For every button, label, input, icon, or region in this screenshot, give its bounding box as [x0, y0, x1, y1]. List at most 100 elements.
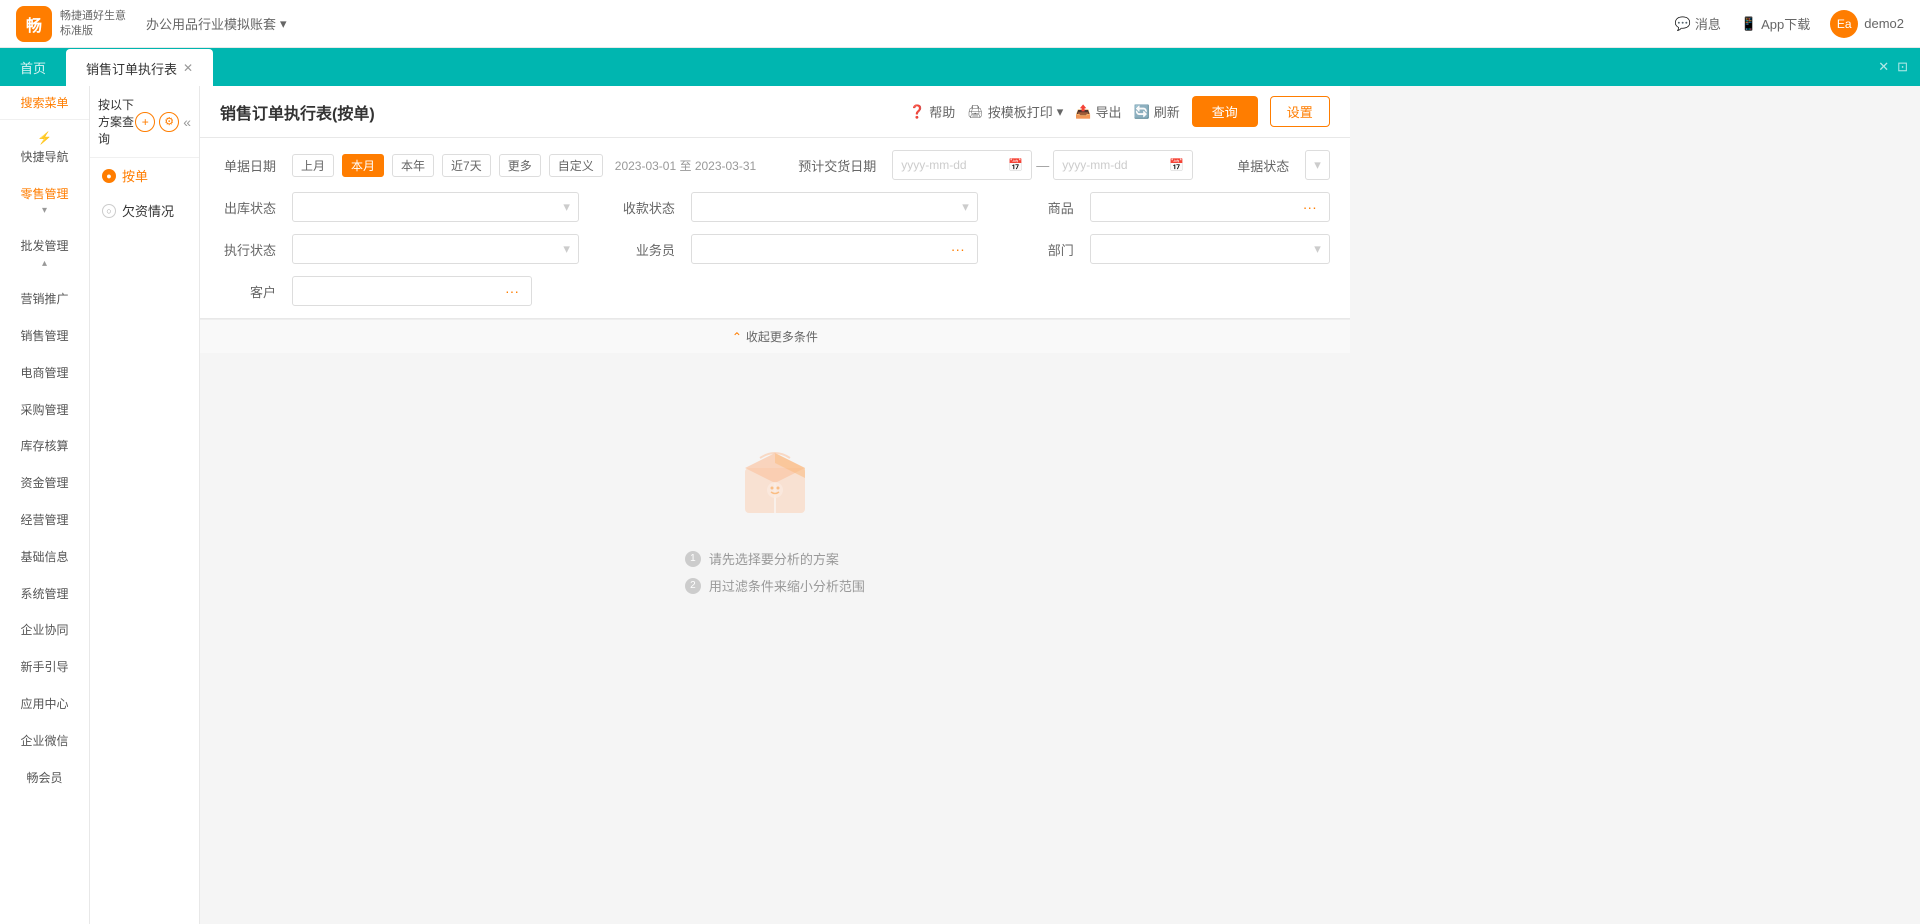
chevron-down-icon: ▾ — [42, 204, 47, 218]
sidebar-item-retail-mgmt[interactable]: 零售管理 ▾ — [0, 176, 89, 229]
date-filter-label: 单据日期 — [220, 156, 276, 175]
date-btn-last-month[interactable]: 上月 — [292, 154, 334, 177]
sidebar-search[interactable]: 搜索菜单 — [0, 86, 89, 120]
left-panel-title: 按以下方案查询 — [98, 96, 135, 147]
date-btn-custom[interactable]: 自定义 — [549, 154, 603, 177]
filter-row-4: 客户 ··· — [220, 276, 1330, 306]
message-icon: 💬 — [1675, 16, 1691, 32]
left-panel-actions: + ⚙ « — [135, 112, 191, 132]
filter-area: 单据日期 上月 本月 本年 近7天 更多 自定义 2023-03-01 至 20… — [200, 138, 1350, 319]
page-header: 销售订单执行表(按单) ❓ 帮助 🖨 按模板打印 ▾ 📤 导出 — [200, 86, 1350, 138]
active-scheme-dot: ● — [102, 169, 116, 183]
dept-chevron-icon: ▾ — [1314, 241, 1321, 257]
collapse-filter-bar[interactable]: ⌃ 收起更多条件 — [200, 319, 1350, 353]
nav-tabs: 首页 销售订单执行表 ✕ ✕ ⊡ — [0, 48, 1920, 86]
print-chevron-icon: ▾ — [1057, 104, 1064, 120]
export-icon: 📤 — [1075, 104, 1091, 120]
content-wrapper: 按以下方案查询 + ⚙ « ● 按单 ○ 欠资情况 — [90, 86, 1350, 924]
filter-row-1: 单据日期 上月 本月 本年 近7天 更多 自定义 2023-03-01 至 20… — [220, 150, 1330, 180]
chevron-down-icon: ▾ — [280, 16, 287, 32]
print-icon: 🖨 — [967, 104, 984, 120]
page-title: 销售订单执行表(按单) — [220, 100, 375, 124]
empty-state: 1 请先选择要分析的方案 2 用过滤条件来缩小分析范围 — [200, 353, 1350, 675]
sidebar-item-ecommerce[interactable]: 电商管理 — [0, 355, 89, 392]
delivery-chevron-icon: ▾ — [563, 199, 570, 215]
sidebar-item-operations[interactable]: 经营管理 — [0, 502, 89, 539]
tab-sales-order[interactable]: 销售订单执行表 ✕ — [66, 49, 213, 87]
status-chevron-icon: ▾ — [1314, 157, 1321, 173]
main-layout: 搜索菜单 ⚡ 快捷导航 零售管理 ▾ 批发管理 ▴ 营销推广 销售管理 电商管理… — [0, 86, 1920, 924]
calendar-icon-end: 📅 — [1169, 158, 1184, 172]
app-logo: 畅 — [16, 6, 52, 42]
sidebar-item-purchase[interactable]: 采购管理 — [0, 392, 89, 429]
sidebar-item-enterprise-wechat[interactable]: 企业微信 — [0, 723, 89, 760]
sales-rep-input[interactable]: ··· — [691, 234, 978, 264]
sidebar-item-newbie[interactable]: 新手引导 — [0, 649, 89, 686]
status-select[interactable]: ▾ — [1305, 150, 1330, 180]
customer-dots-icon[interactable]: ··· — [501, 283, 523, 299]
sidebar-item-finance[interactable]: 资金管理 — [0, 465, 89, 502]
date-range-display: 2023-03-01 至 2023-03-31 — [615, 157, 756, 174]
payment-chevron-icon: ▾ — [962, 199, 969, 215]
sidebar-item-inventory[interactable]: 库存核算 — [0, 428, 89, 465]
filter-row-2: 出库状态 ▾ 收款状态 ▾ 商品 ··· — [220, 192, 1330, 222]
sidebar-item-app-center[interactable]: 应用中心 — [0, 686, 89, 723]
sidebar-item-wholesale-mgmt[interactable]: 批发管理 ▴ — [0, 228, 89, 281]
settings-button[interactable]: 设置 — [1270, 96, 1330, 127]
sidebar-item-enterprise[interactable]: 企业协同 — [0, 612, 89, 649]
collapse-panel-button[interactable]: « — [183, 114, 191, 130]
date-btn-this-year[interactable]: 本年 — [392, 154, 434, 177]
empty-illustration — [725, 433, 825, 533]
refresh-button[interactable]: 🔄 刷新 — [1134, 102, 1180, 121]
product-dots-icon[interactable]: ··· — [1299, 199, 1321, 215]
product-input[interactable]: ··· — [1090, 192, 1330, 222]
delivery-status-select[interactable]: ▾ — [292, 192, 579, 222]
page-content: 销售订单执行表(按单) ❓ 帮助 🖨 按模板打印 ▾ 📤 导出 — [200, 86, 1350, 924]
scheme-item-arrears[interactable]: ○ 欠资情况 — [90, 193, 199, 228]
date-buttons-group: 上月 本月 本年 近7天 更多 自定义 2023-03-01 至 2023-03… — [292, 154, 756, 177]
exec-status-select[interactable]: ▾ — [292, 234, 579, 264]
empty-hint-list: 1 请先选择要分析的方案 2 用过滤条件来缩小分析范围 — [685, 549, 865, 595]
quick-nav-icon: ⚡ — [37, 130, 52, 147]
add-scheme-button[interactable]: + — [135, 112, 155, 132]
expected-date-from-input[interactable]: yyyy-mm-dd 📅 — [892, 150, 1032, 180]
search-button[interactable]: 查询 — [1192, 96, 1258, 127]
customer-input[interactable]: ··· — [292, 276, 532, 306]
dept-label: 部门 — [1018, 240, 1074, 259]
close-window-icon[interactable]: ✕ — [1878, 59, 1889, 75]
sales-rep-dots-icon[interactable]: ··· — [947, 241, 969, 257]
scheme-item-anorder[interactable]: ● 按单 — [90, 158, 199, 193]
date-btn-more[interactable]: 更多 — [499, 154, 541, 177]
sidebar-item-member[interactable]: 畅会员 — [0, 760, 89, 797]
tab-close-icon[interactable]: ✕ — [183, 61, 193, 75]
user-profile[interactable]: Ea demo2 — [1830, 10, 1904, 38]
product-label: 商品 — [1018, 198, 1074, 217]
expand-window-icon[interactable]: ⊡ — [1897, 59, 1908, 75]
filter-row-3: 执行状态 ▾ 业务员 ··· 部门 ▾ — [220, 234, 1330, 264]
date-btn-this-month[interactable]: 本月 — [342, 154, 384, 177]
nav-expand: ✕ ⊡ — [1866, 59, 1920, 75]
sidebar-item-quick-nav[interactable]: ⚡ 快捷导航 — [0, 120, 89, 176]
exec-chevron-icon: ▾ — [563, 241, 570, 257]
customer-label: 客户 — [220, 282, 276, 301]
export-button[interactable]: 📤 导出 — [1075, 102, 1121, 121]
message-button[interactable]: 💬 消息 — [1675, 14, 1721, 33]
sidebar-item-marketing[interactable]: 营销推广 — [0, 281, 89, 318]
print-button[interactable]: 🖨 按模板打印 ▾ — [967, 102, 1063, 121]
date-btn-last-7-days[interactable]: 近7天 — [442, 154, 491, 177]
settings-scheme-button[interactable]: ⚙ — [159, 112, 179, 132]
payment-status-select[interactable]: ▾ — [691, 192, 978, 222]
left-panel-header: 按以下方案查询 + ⚙ « — [90, 86, 199, 158]
app-download-button[interactable]: 📱 App下载 — [1741, 14, 1810, 33]
sidebar-item-sales-mgmt[interactable]: 销售管理 — [0, 318, 89, 355]
account-selector[interactable]: 办公用品行业模拟账套 ▾ — [146, 14, 287, 33]
calendar-icon: 📅 — [1008, 158, 1023, 172]
sidebar-item-system[interactable]: 系统管理 — [0, 576, 89, 613]
inactive-scheme-dot: ○ — [102, 204, 116, 218]
expected-date-to-input[interactable]: yyyy-mm-dd 📅 — [1053, 150, 1193, 180]
help-button[interactable]: ❓ 帮助 — [909, 102, 955, 121]
sidebar-item-basics[interactable]: 基础信息 — [0, 539, 89, 576]
header-center: 办公用品行业模拟账套 ▾ — [126, 14, 1675, 33]
tab-home[interactable]: 首页 — [0, 48, 66, 86]
dept-select[interactable]: ▾ — [1090, 234, 1330, 264]
